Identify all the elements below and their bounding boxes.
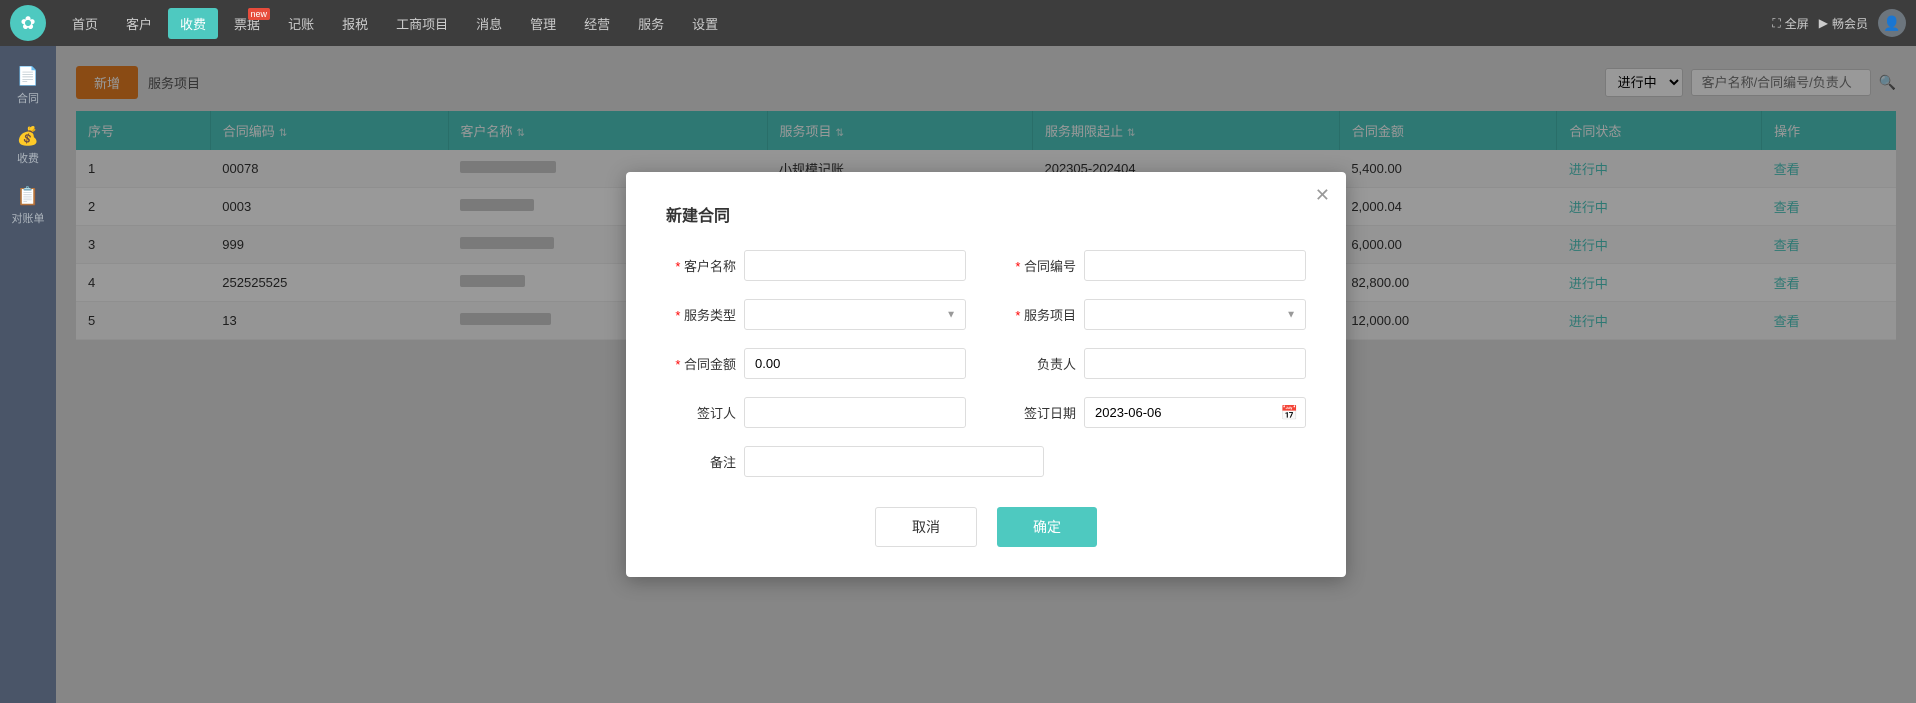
input-contract-code[interactable]	[1084, 250, 1306, 281]
modal-title: 新建合同	[666, 202, 1306, 226]
form-row-customer: 客户名称	[666, 250, 966, 281]
member-button[interactable]: ▶ 畅会员	[1819, 15, 1868, 32]
form-row-sign-date: 签订日期 📅	[1006, 397, 1306, 428]
logo-icon: ✿	[20, 13, 35, 34]
form-row-service-type: 服务类型	[666, 299, 966, 330]
statement-icon: 📋	[17, 186, 39, 207]
input-amount[interactable]	[744, 348, 966, 379]
label-responsible: 负责人	[1006, 354, 1076, 373]
nav-item-home[interactable]: 首页	[60, 8, 110, 39]
top-nav: ✿ 首页 客户 收费 票据 new 记账 报税 工商项目 消息 管理	[0, 0, 1916, 46]
avatar-icon: 👤	[1883, 15, 1900, 32]
nav-item-shezhi[interactable]: 设置	[680, 8, 730, 39]
label-service-item: 服务项目	[1006, 305, 1076, 324]
nav-item-xiaoxi[interactable]: 消息	[464, 8, 514, 39]
form-row-amount: 合同金额	[666, 348, 966, 379]
nav-item-piaoJu[interactable]: 票据 new	[222, 8, 272, 39]
input-remark[interactable]	[744, 446, 1044, 477]
fullscreen-icon: ⛶	[1772, 16, 1780, 31]
form-row-service-item: 服务项目	[1006, 299, 1306, 330]
form-row-sign-person: 签订人	[666, 397, 966, 428]
select-service-item[interactable]	[1084, 299, 1306, 330]
form-row-contract-code: 合同编号	[1006, 250, 1306, 281]
nav-item-gongShang[interactable]: 工商项目	[384, 8, 460, 39]
input-sign-person[interactable]	[744, 397, 966, 428]
modal-footer: 取消 确定	[666, 507, 1306, 547]
input-sign-date[interactable]	[1084, 397, 1306, 428]
content-area: 新增 服务项目 进行中 已完成 已终止 🔍 序号 合同编码⇅ 客	[56, 46, 1916, 703]
label-service-type: 服务类型	[666, 305, 736, 324]
contract-icon: 📄	[17, 66, 39, 87]
logo: ✿	[10, 5, 46, 41]
form-row-remark: 备注	[666, 446, 1306, 477]
label-sign-person: 签订人	[666, 403, 736, 422]
input-customer-name[interactable]	[744, 250, 966, 281]
form-grid: 客户名称 合同编号 服务类型	[666, 250, 1306, 477]
nav-item-customer[interactable]: 客户	[114, 8, 164, 39]
modal-close-button[interactable]: ✕	[1315, 186, 1330, 204]
input-responsible[interactable]	[1084, 348, 1306, 379]
nav-item-baoShui[interactable]: 报税	[330, 8, 380, 39]
main-layout: 📄 合同 💰 收费 📋 对账单 新增 服务项目 进行中 已完成 已终止	[0, 46, 1916, 703]
label-sign-date: 签订日期	[1006, 403, 1076, 422]
nav-item-guanli[interactable]: 管理	[518, 8, 568, 39]
service-item-wrapper	[1084, 299, 1306, 330]
select-service-type[interactable]	[744, 299, 966, 330]
sidebar-item-statement[interactable]: 📋 对账单	[0, 176, 56, 236]
new-badge: new	[248, 8, 271, 20]
sidebar-item-fee[interactable]: 💰 收费	[0, 116, 56, 176]
form-row-responsible: 负责人	[1006, 348, 1306, 379]
label-amount: 合同金额	[666, 354, 736, 373]
nav-item-jingying[interactable]: 经营	[572, 8, 622, 39]
avatar[interactable]: 👤	[1878, 9, 1906, 37]
date-input-wrapper: 📅	[1084, 397, 1306, 428]
modal-dialog: ✕ 新建合同 客户名称 合同编号 服务类型	[626, 172, 1346, 577]
modal-overlay: ✕ 新建合同 客户名称 合同编号 服务类型	[56, 46, 1916, 703]
sidebar: 📄 合同 💰 收费 📋 对账单	[0, 46, 56, 703]
nav-right: ⛶ 全屏 ▶ 畅会员 👤	[1772, 9, 1906, 37]
nav-item-jiZhang[interactable]: 记账	[276, 8, 326, 39]
label-customer: 客户名称	[666, 256, 736, 275]
member-icon: ▶	[1819, 16, 1828, 30]
cancel-button[interactable]: 取消	[875, 507, 977, 547]
nav-items: 首页 客户 收费 票据 new 记账 报税 工商项目 消息 管理 经营	[60, 8, 1772, 39]
sidebar-item-contract[interactable]: 📄 合同	[0, 56, 56, 116]
fullscreen-button[interactable]: ⛶ 全屏	[1772, 15, 1808, 32]
confirm-button[interactable]: 确定	[997, 507, 1097, 547]
nav-item-fuwu[interactable]: 服务	[626, 8, 676, 39]
service-type-wrapper	[744, 299, 966, 330]
nav-item-shouFei[interactable]: 收费	[168, 8, 218, 39]
label-remark: 备注	[666, 452, 736, 471]
fee-icon: 💰	[17, 126, 39, 147]
label-contract-code: 合同编号	[1006, 256, 1076, 275]
